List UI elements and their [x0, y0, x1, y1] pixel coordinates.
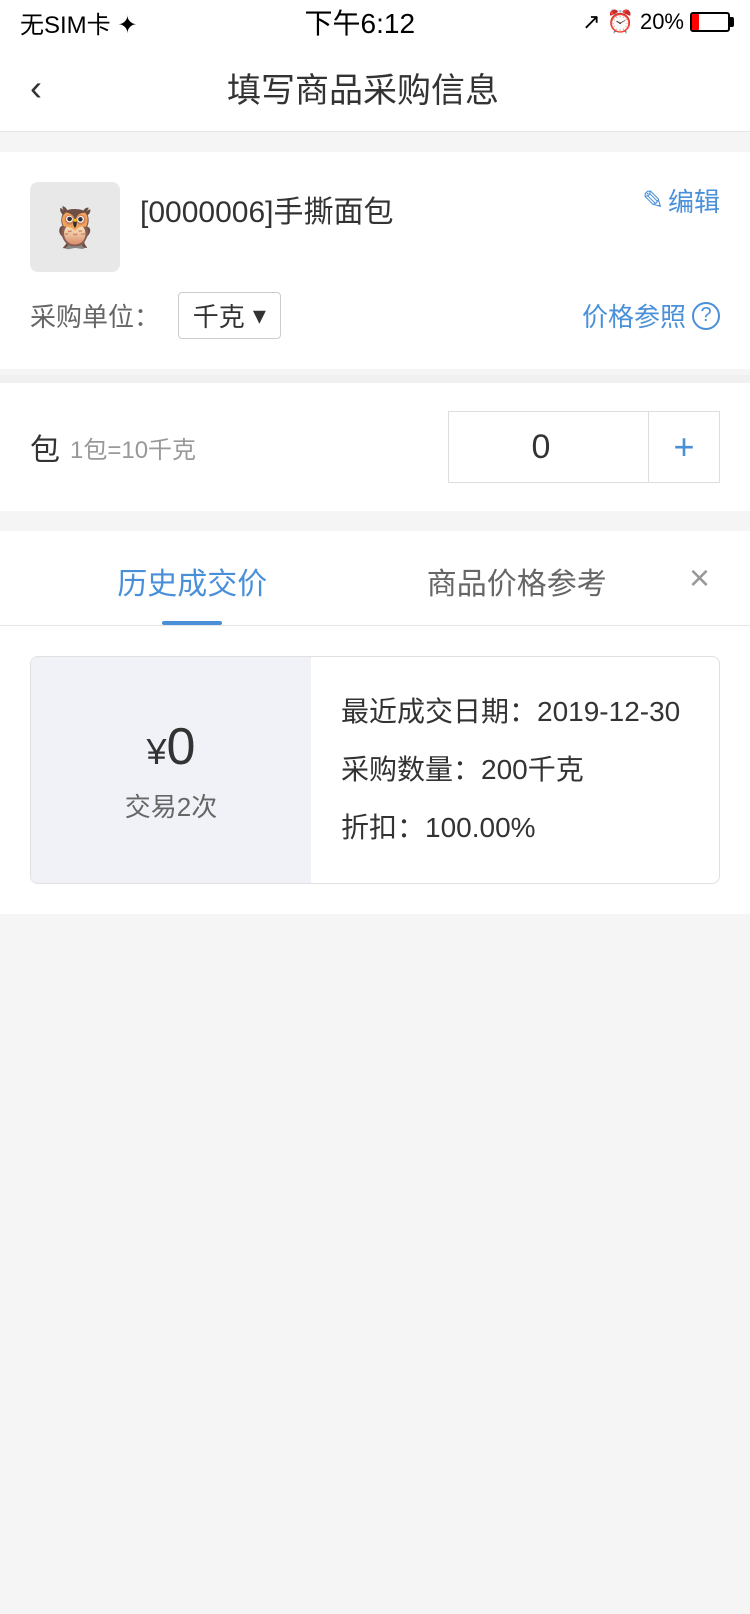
alarm-icon: ⏰	[607, 9, 634, 35]
discount-row: 折扣：100.00%	[341, 807, 689, 849]
back-button[interactable]: ‹	[30, 67, 42, 109]
purchase-qty-row: 采购数量：200千克	[341, 749, 689, 791]
price-value: 0	[167, 718, 196, 776]
currency-symbol: ¥	[147, 731, 167, 772]
price-card-left: ¥0 交易2次	[31, 657, 311, 883]
unit-selector-group: 采购单位： 千克 ▾	[30, 292, 281, 339]
carrier-text: 无SIM卡 ✦	[20, 5, 137, 40]
price-reference-button[interactable]: 价格参照 ?	[582, 297, 720, 334]
date-value: 2019-12-30	[537, 696, 680, 727]
recent-date-row: 最近成交日期：2019-12-30	[341, 691, 689, 733]
tab-price-ref-label: 商品价格参考	[427, 568, 607, 601]
price-card-right: 最近成交日期：2019-12-30 采购数量：200千克 折扣：100.00%	[311, 657, 719, 883]
product-card: 🦉 [0000006]手撕面包 ✎ 编辑 采购单位： 千克 ▾ 价格参照 ?	[0, 152, 750, 369]
status-bar: 无SIM卡 ✦ 下午6:12 ↗ ⏰ 20%	[0, 0, 750, 44]
quantity-plus-button[interactable]: +	[648, 411, 720, 483]
background-area	[0, 914, 750, 1614]
quantity-label: 包 1包=10千克	[30, 425, 196, 469]
product-unit-row: 采购单位： 千克 ▾ 价格参照 ?	[30, 292, 720, 339]
edit-icon: ✎	[642, 185, 664, 216]
price-ref-label: 价格参照	[582, 297, 686, 334]
date-label: 最近成交日期：	[341, 696, 537, 727]
unit-label-text: 采购单位：	[30, 302, 160, 332]
battery-icon	[690, 12, 730, 32]
trade-count: 交易2次	[125, 787, 217, 824]
product-left: 🦉 [0000006]手撕面包	[30, 182, 393, 272]
header: ‹ 填写商品采购信息	[0, 44, 750, 132]
status-time: 下午6:12	[305, 2, 416, 42]
unit-select[interactable]: 千克 ▾	[178, 292, 281, 339]
product-thumbnail: 🦉	[30, 182, 120, 272]
status-right: ↗ ⏰ 20%	[582, 9, 730, 35]
status-left: 无SIM卡 ✦	[20, 5, 137, 40]
plus-icon: +	[673, 426, 694, 468]
location-icon: ↗	[582, 9, 600, 35]
tab-close-button[interactable]: ×	[679, 537, 720, 619]
bag-unit-label: 包	[30, 425, 60, 469]
edit-button[interactable]: ✎ 编辑	[642, 182, 720, 219]
page-title: 填写商品采购信息	[62, 63, 664, 112]
product-name: [0000006]手撕面包	[140, 182, 393, 231]
qty-value: 200千克	[481, 754, 584, 785]
tab-history-label: 历史成交价	[117, 568, 267, 601]
edit-label: 编辑	[668, 182, 720, 219]
chevron-down-icon: ▾	[253, 300, 266, 331]
quantity-controls: +	[448, 411, 720, 483]
tab-history-price[interactable]: 历史成交价	[30, 531, 354, 625]
info-icon: ?	[692, 302, 720, 330]
close-icon: ×	[689, 557, 710, 598]
product-top-row: 🦉 [0000006]手撕面包 ✎ 编辑	[30, 182, 720, 272]
battery-percent: 20%	[640, 9, 684, 35]
quantity-input[interactable]	[448, 411, 648, 483]
price-amount: ¥0	[147, 717, 196, 777]
tabs-header: 历史成交价 商品价格参考 ×	[0, 531, 750, 626]
price-card: ¥0 交易2次 最近成交日期：2019-12-30 采购数量：200千克 折扣：…	[30, 656, 720, 884]
discount-value: 100.00%	[425, 812, 536, 843]
unit-value: 千克	[193, 297, 245, 334]
unit-conversion-info: 1包=10千克	[70, 430, 196, 465]
tab-price-reference[interactable]: 商品价格参考	[354, 531, 678, 625]
qty-label: 采购数量：	[341, 754, 481, 785]
tabs-section: 历史成交价 商品价格参考 × ¥0 交易2次 最近成交日期：2019-12-30…	[0, 531, 750, 914]
product-icon: 🦉	[50, 204, 100, 251]
price-card-section: ¥0 交易2次 最近成交日期：2019-12-30 采购数量：200千克 折扣：…	[0, 626, 750, 914]
quantity-section: 包 1包=10千克 +	[0, 375, 750, 511]
discount-label: 折扣：	[341, 812, 425, 843]
